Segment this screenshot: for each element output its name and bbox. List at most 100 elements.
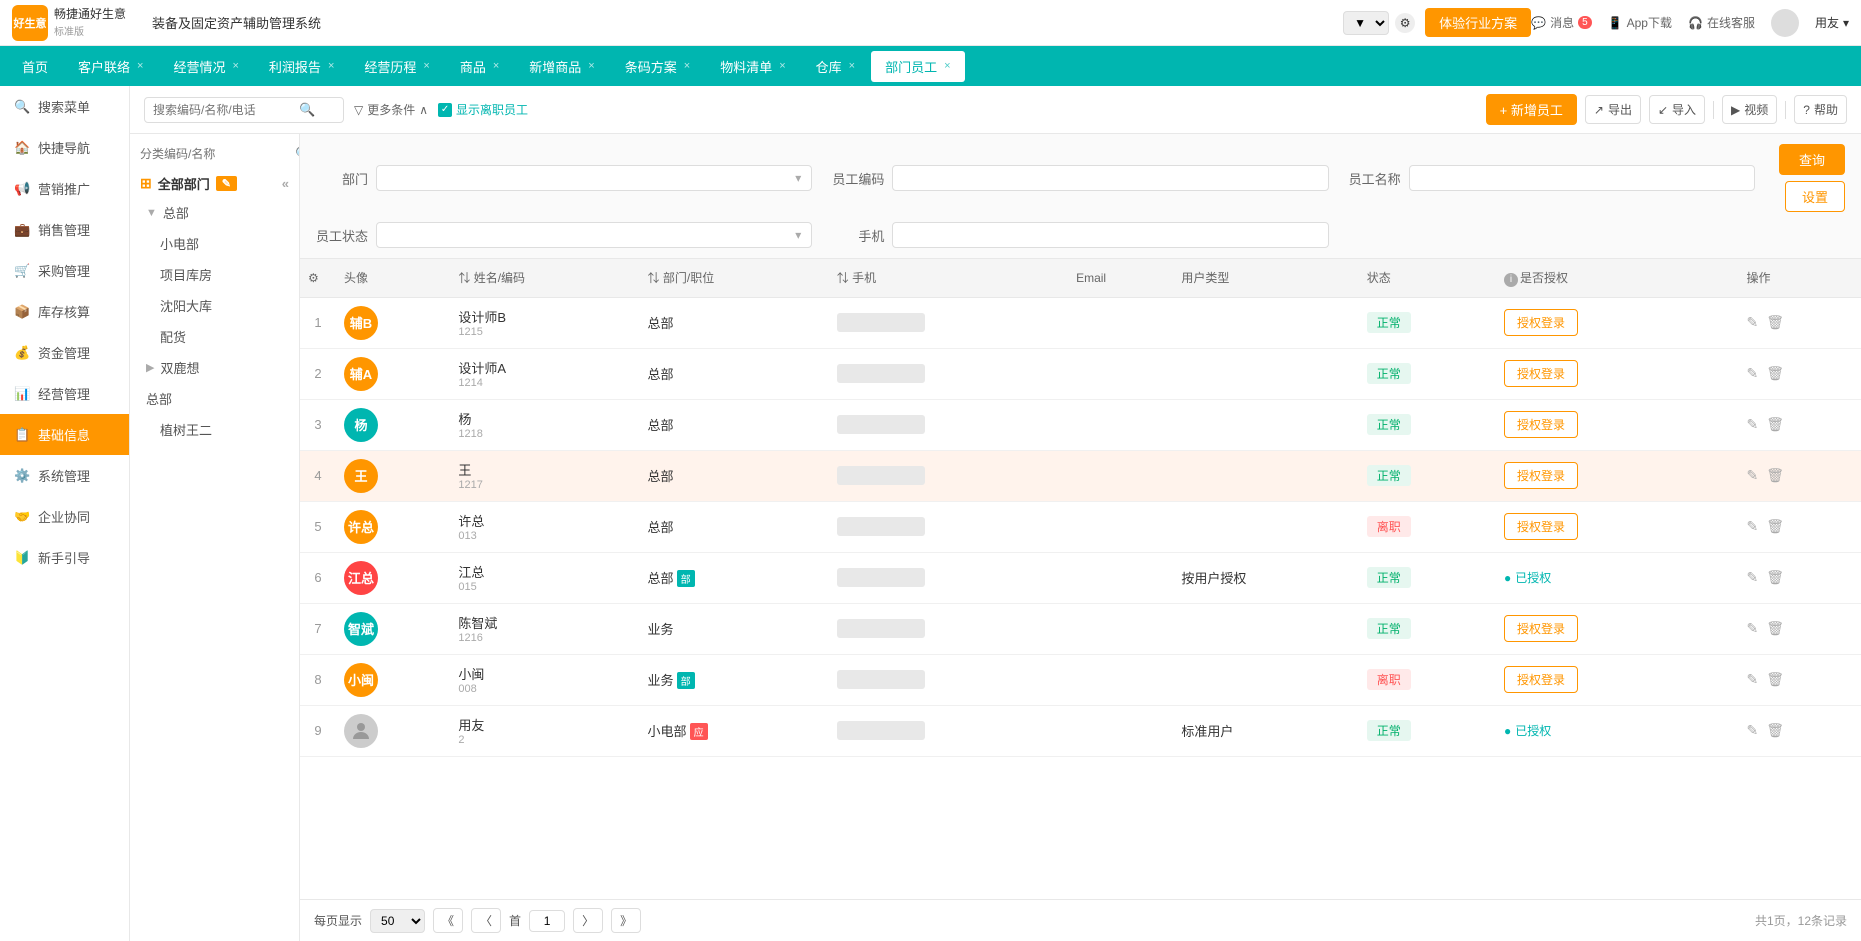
dept-item-zhishu[interactable]: 植树王二 [130, 414, 299, 445]
delete-icon[interactable]: 🗑 [1766, 314, 1784, 331]
last-page-button[interactable]: 》 [611, 908, 641, 933]
tab-customer[interactable]: 客户联络 × [64, 51, 157, 82]
auth-login-button[interactable]: 授权登录 [1504, 615, 1578, 642]
edit-icon[interactable]: ✎ [1747, 671, 1759, 688]
sidebar-item-system[interactable]: ⚙️系统管理 [0, 455, 129, 496]
close-icon[interactable]: × [684, 60, 690, 72]
auth-login-button[interactable]: 授权登录 [1504, 462, 1578, 489]
edit-icon[interactable]: ✎ [1747, 569, 1759, 586]
tab-home[interactable]: 首页 [8, 51, 62, 82]
dept-search-input[interactable] [140, 147, 295, 161]
edit-icon[interactable]: ✎ [1747, 467, 1759, 484]
tab-bom[interactable]: 物料清单 × [706, 51, 799, 82]
online-service-button[interactable]: 🎧 在线客服 [1688, 14, 1755, 31]
tab-barcode[interactable]: 条码方案 × [611, 51, 704, 82]
delete-icon[interactable]: 🗑 [1766, 569, 1784, 586]
sidebar-item-quicknav[interactable]: 🏠快捷导航 [0, 127, 129, 168]
prev-page-button[interactable]: 〈 [471, 908, 501, 933]
close-icon[interactable]: × [423, 60, 429, 72]
delete-icon[interactable]: 🗑 [1766, 620, 1784, 637]
more-filters-button[interactable]: ▽ 更多条件 ∧ [354, 101, 428, 118]
dept-item-xiaodianbu[interactable]: 小电部 [130, 228, 299, 259]
import-button[interactable]: ↙ 导入 [1649, 95, 1705, 124]
per-page-select[interactable]: 50 20 100 [370, 909, 425, 933]
tab-goods[interactable]: 商品 × [446, 51, 513, 82]
close-icon[interactable]: × [232, 60, 238, 72]
page-number-input[interactable] [529, 910, 565, 932]
dept-select[interactable]: ▾ [376, 165, 812, 191]
dept-item-shenyang[interactable]: 沈阳大库 [130, 290, 299, 321]
delete-icon[interactable]: 🗑 [1766, 416, 1784, 433]
settings-icon[interactable]: ⚙ [1395, 13, 1415, 33]
auth-login-button[interactable]: 授权登录 [1504, 513, 1578, 540]
system-dropdown[interactable]: ▼ [1343, 11, 1389, 35]
query-button[interactable]: 查询 [1779, 144, 1845, 175]
emp-name-input[interactable] [1409, 165, 1755, 191]
sidebar-item-inventory[interactable]: 📦库存核算 [0, 291, 129, 332]
sidebar-item-operation[interactable]: 📊经营管理 [0, 373, 129, 414]
message-button[interactable]: 💬 消息 5 [1531, 14, 1592, 31]
app-download-button[interactable]: 📱 App下载 [1608, 14, 1672, 31]
dept-item-peihuo[interactable]: 配货 [130, 321, 299, 352]
tab-new-goods[interactable]: 新增商品 × [515, 51, 608, 82]
edit-icon[interactable]: ✎ [1747, 314, 1759, 331]
sidebar-item-collab[interactable]: 🤝企业协同 [0, 496, 129, 537]
emp-code-input[interactable] [892, 165, 1328, 191]
sidebar-item-marketing[interactable]: 📢营销推广 [0, 168, 129, 209]
emp-status-select[interactable]: ▾ [376, 222, 812, 248]
experience-button[interactable]: 体验行业方案 [1425, 8, 1531, 37]
tab-dept-employee[interactable]: 部门员工 × [871, 51, 964, 82]
close-icon[interactable]: × [137, 60, 143, 72]
dept-item-zongbu2[interactable]: 总部 [130, 383, 299, 414]
phone-input[interactable] [892, 222, 1328, 248]
tab-business[interactable]: 经营情况 × [159, 51, 252, 82]
tab-warehouse[interactable]: 仓库 × [802, 51, 869, 82]
video-button[interactable]: ▶ 视频 [1722, 95, 1777, 124]
search-input[interactable] [153, 103, 293, 117]
dept-item-zongbu-expand[interactable]: ▼ 总部 [130, 197, 299, 228]
sidebar-item-basic[interactable]: 📋基础信息 [0, 414, 129, 455]
auth-login-button[interactable]: 授权登录 [1504, 360, 1578, 387]
th-dept[interactable]: ⇅ 部门/职位 [640, 259, 829, 297]
th-name[interactable]: ⇅ 姓名/编码 [450, 259, 639, 297]
sidebar-item-purchase[interactable]: 🛒采购管理 [0, 250, 129, 291]
user-menu[interactable]: 用友 ▾ [1815, 14, 1849, 31]
edit-icon[interactable]: ✎ [1747, 620, 1759, 637]
export-button[interactable]: ↗ 导出 [1585, 95, 1641, 124]
dept-item-project[interactable]: 项目库房 [130, 259, 299, 290]
edit-icon[interactable]: ✎ [1747, 365, 1759, 382]
first-page-button[interactable]: 《 [433, 908, 463, 933]
emp-code-textfield[interactable] [903, 171, 1317, 185]
close-icon[interactable]: × [849, 60, 855, 72]
add-employee-button[interactable]: + 新增员工 [1486, 94, 1577, 125]
sidebar-item-sales[interactable]: 💼销售管理 [0, 209, 129, 250]
auth-login-button[interactable]: 授权登录 [1504, 666, 1578, 693]
th-phone[interactable]: ⇅ 手机 [829, 259, 1068, 297]
collapse-tree-btn[interactable]: « [282, 176, 289, 191]
close-icon[interactable]: × [779, 60, 785, 72]
show-resigned-checkbox[interactable]: ✓ 显示离职员工 [438, 101, 528, 118]
close-icon[interactable]: × [944, 60, 950, 72]
edit-icon[interactable]: ✎ [1747, 518, 1759, 535]
search-input-wrapper[interactable]: 🔍 [144, 97, 344, 123]
close-icon[interactable]: × [588, 60, 594, 72]
dept-search-bar[interactable]: 🔍 [130, 142, 299, 170]
auth-login-button[interactable]: 授权登录 [1504, 309, 1578, 336]
dept-item-shuanglu[interactable]: ▶ 双鹿想 [130, 352, 299, 383]
edit-icon[interactable]: ✎ [1747, 416, 1759, 433]
delete-icon[interactable]: 🗑 [1766, 467, 1784, 484]
emp-name-textfield[interactable] [1420, 171, 1744, 185]
edit-icon[interactable]: ✎ [1747, 722, 1759, 739]
delete-icon[interactable]: 🗑 [1766, 518, 1784, 535]
close-icon[interactable]: × [493, 60, 499, 72]
sidebar-item-finance[interactable]: 💰资金管理 [0, 332, 129, 373]
auth-login-button[interactable]: 授权登录 [1504, 411, 1578, 438]
tab-profit[interactable]: 利润报告 × [255, 51, 348, 82]
delete-icon[interactable]: 🗑 [1766, 671, 1784, 688]
th-settings[interactable]: ⚙ [300, 259, 336, 297]
delete-icon[interactable]: 🗑 [1766, 722, 1784, 739]
phone-textfield[interactable] [903, 228, 1317, 242]
settings-col-icon[interactable]: ⚙ [308, 271, 319, 285]
sidebar-item-search[interactable]: 🔍搜索菜单 [0, 86, 129, 127]
sidebar-item-guide[interactable]: 🔰新手引导 [0, 537, 129, 578]
